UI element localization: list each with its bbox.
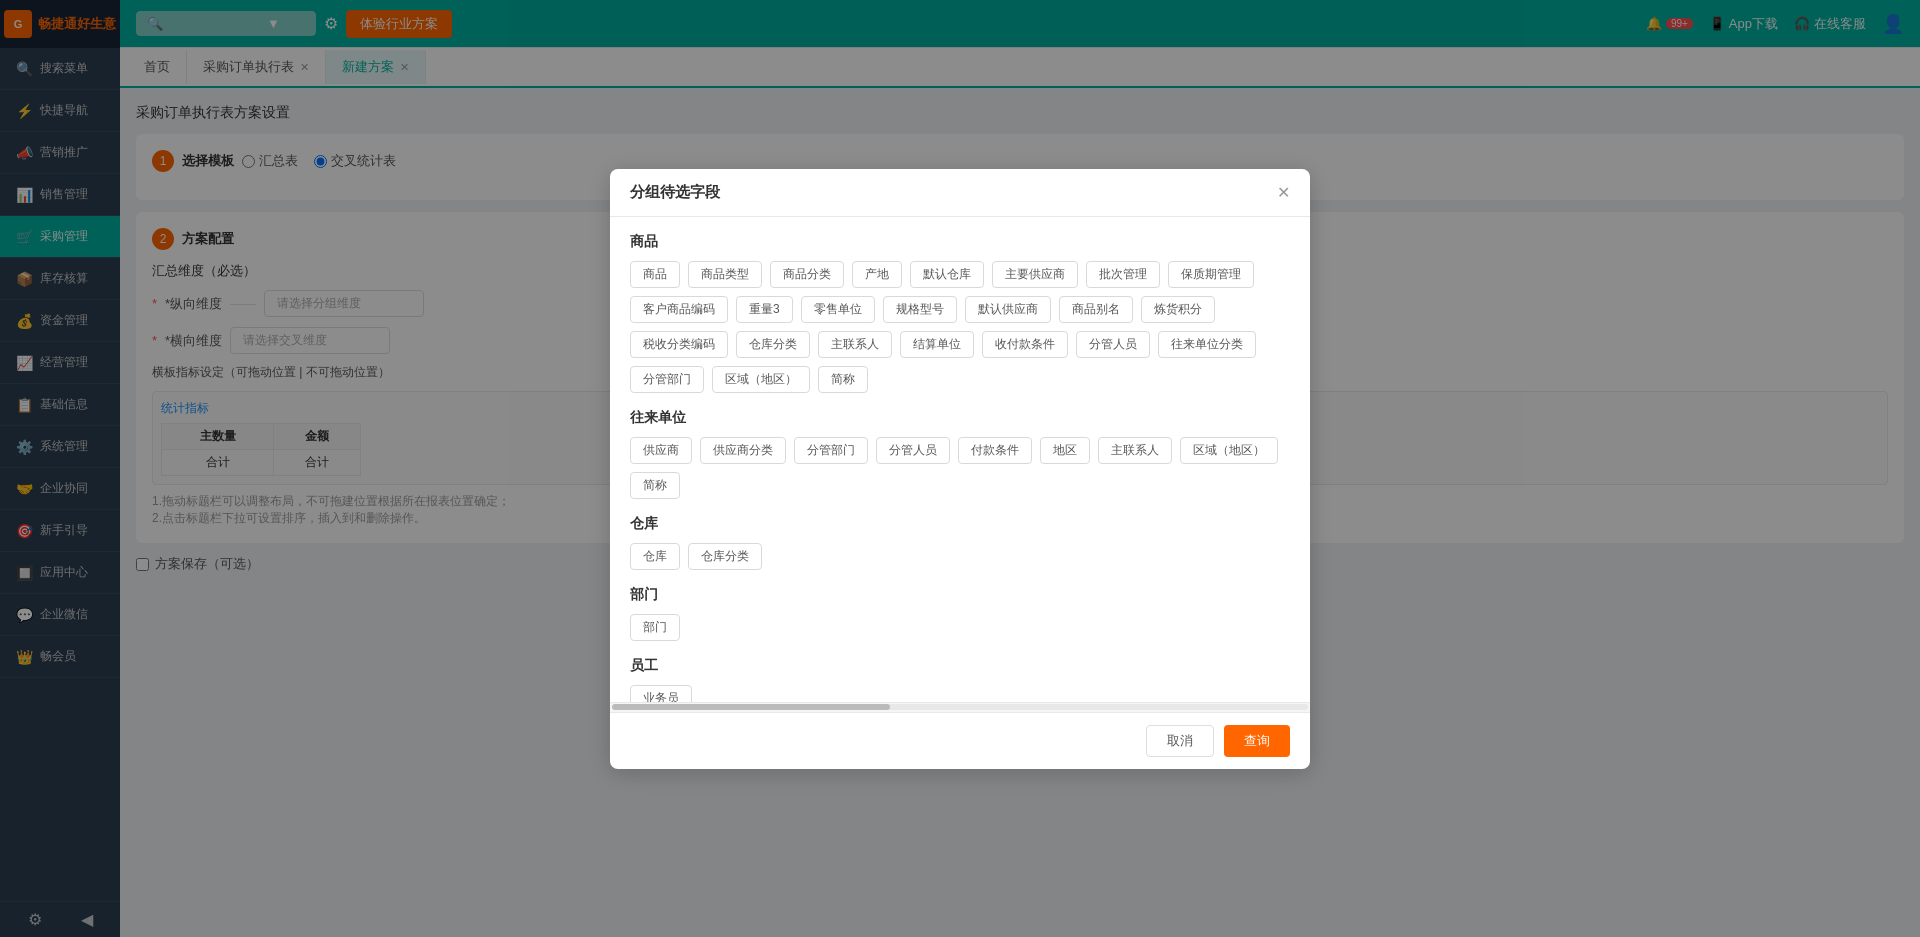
field-group-部门: 部门部门 — [630, 586, 1290, 641]
field-tag-默认仓库[interactable]: 默认仓库 — [910, 261, 984, 288]
field-tag-地区[interactable]: 地区 — [1040, 437, 1090, 464]
field-tag-区域（地区）[interactable]: 区域（地区） — [1180, 437, 1278, 464]
field-tag-批次管理[interactable]: 批次管理 — [1086, 261, 1160, 288]
horizontal-scrollbar[interactable] — [610, 702, 1310, 712]
field-tag-零售单位[interactable]: 零售单位 — [801, 296, 875, 323]
field-tag-付款条件[interactable]: 付款条件 — [958, 437, 1032, 464]
field-tag-仓库分类[interactable]: 仓库分类 — [736, 331, 810, 358]
field-tag-主联系人[interactable]: 主联系人 — [1098, 437, 1172, 464]
field-tag-税收分类编码[interactable]: 税收分类编码 — [630, 331, 728, 358]
modal-title: 分组待选字段 — [630, 183, 720, 202]
field-tag-客户商品编码[interactable]: 客户商品编码 — [630, 296, 728, 323]
field-tags: 仓库仓库分类 — [630, 543, 1290, 570]
field-group-title: 员工 — [630, 657, 1290, 675]
field-tag-商品[interactable]: 商品 — [630, 261, 680, 288]
field-group-员工: 员工业务员 — [630, 657, 1290, 702]
field-tag-商品类型[interactable]: 商品类型 — [688, 261, 762, 288]
field-tag-供应商分类[interactable]: 供应商分类 — [700, 437, 786, 464]
field-group-商品: 商品商品商品类型商品分类产地默认仓库主要供应商批次管理保质期管理客户商品编码重量… — [630, 233, 1290, 393]
field-tag-供应商[interactable]: 供应商 — [630, 437, 692, 464]
field-tag-分管部门[interactable]: 分管部门 — [630, 366, 704, 393]
hscroll-track — [612, 704, 1308, 710]
field-tag-商品分类[interactable]: 商品分类 — [770, 261, 844, 288]
field-group-title: 商品 — [630, 233, 1290, 251]
modal-overlay: 分组待选字段 ✕ 商品商品商品类型商品分类产地默认仓库主要供应商批次管理保质期管… — [0, 0, 1920, 937]
field-tags: 业务员 — [630, 685, 1290, 702]
modal-close-button[interactable]: ✕ — [1277, 183, 1290, 202]
field-tag-产地[interactable]: 产地 — [852, 261, 902, 288]
field-group-title: 部门 — [630, 586, 1290, 604]
field-tags: 部门 — [630, 614, 1290, 641]
field-tag-保质期管理[interactable]: 保质期管理 — [1168, 261, 1254, 288]
field-group-title: 仓库 — [630, 515, 1290, 533]
field-tag-收付款条件[interactable]: 收付款条件 — [982, 331, 1068, 358]
field-tag-主要供应商[interactable]: 主要供应商 — [992, 261, 1078, 288]
field-tag-简称[interactable]: 简称 — [630, 472, 680, 499]
modal-footer: 取消 查询 — [610, 712, 1310, 769]
field-group-仓库: 仓库仓库仓库分类 — [630, 515, 1290, 570]
field-tag-仓库分类[interactable]: 仓库分类 — [688, 543, 762, 570]
field-tag-规格型号[interactable]: 规格型号 — [883, 296, 957, 323]
field-tags: 商品商品类型商品分类产地默认仓库主要供应商批次管理保质期管理客户商品编码重量3 零… — [630, 261, 1290, 393]
field-tag-简称[interactable]: 简称 — [818, 366, 868, 393]
field-group-title: 往来单位 — [630, 409, 1290, 427]
field-tag-分管部门[interactable]: 分管部门 — [794, 437, 868, 464]
field-tag-重量3[interactable]: 重量3 — [736, 296, 793, 323]
field-tag-炼货积分[interactable]: 炼货积分 — [1141, 296, 1215, 323]
field-tag-业务员[interactable]: 业务员 — [630, 685, 692, 702]
field-tag-商品别名[interactable]: 商品别名 — [1059, 296, 1133, 323]
confirm-button[interactable]: 查询 — [1224, 725, 1290, 757]
field-tag-分管人员[interactable]: 分管人员 — [1076, 331, 1150, 358]
cancel-button[interactable]: 取消 — [1146, 725, 1214, 757]
field-group-往来单位: 往来单位供应商供应商分类分管部门分管人员付款条件地区主联系人区域（地区） 简称 — [630, 409, 1290, 499]
field-tag-默认供应商[interactable]: 默认供应商 — [965, 296, 1051, 323]
field-tag-仓库[interactable]: 仓库 — [630, 543, 680, 570]
field-tag-区域（地区）[interactable]: 区域（地区） — [712, 366, 810, 393]
hscroll-thumb — [612, 704, 890, 710]
modal-header: 分组待选字段 ✕ — [610, 169, 1310, 217]
field-tag-主联系人[interactable]: 主联系人 — [818, 331, 892, 358]
modal: 分组待选字段 ✕ 商品商品商品类型商品分类产地默认仓库主要供应商批次管理保质期管… — [610, 169, 1310, 769]
field-tag-结算单位[interactable]: 结算单位 — [900, 331, 974, 358]
field-tag-往来单位分类[interactable]: 往来单位分类 — [1158, 331, 1256, 358]
modal-body[interactable]: 商品商品商品类型商品分类产地默认仓库主要供应商批次管理保质期管理客户商品编码重量… — [610, 217, 1310, 702]
field-tag-分管人员[interactable]: 分管人员 — [876, 437, 950, 464]
field-tag-部门[interactable]: 部门 — [630, 614, 680, 641]
field-tags: 供应商供应商分类分管部门分管人员付款条件地区主联系人区域（地区） 简称 — [630, 437, 1290, 499]
